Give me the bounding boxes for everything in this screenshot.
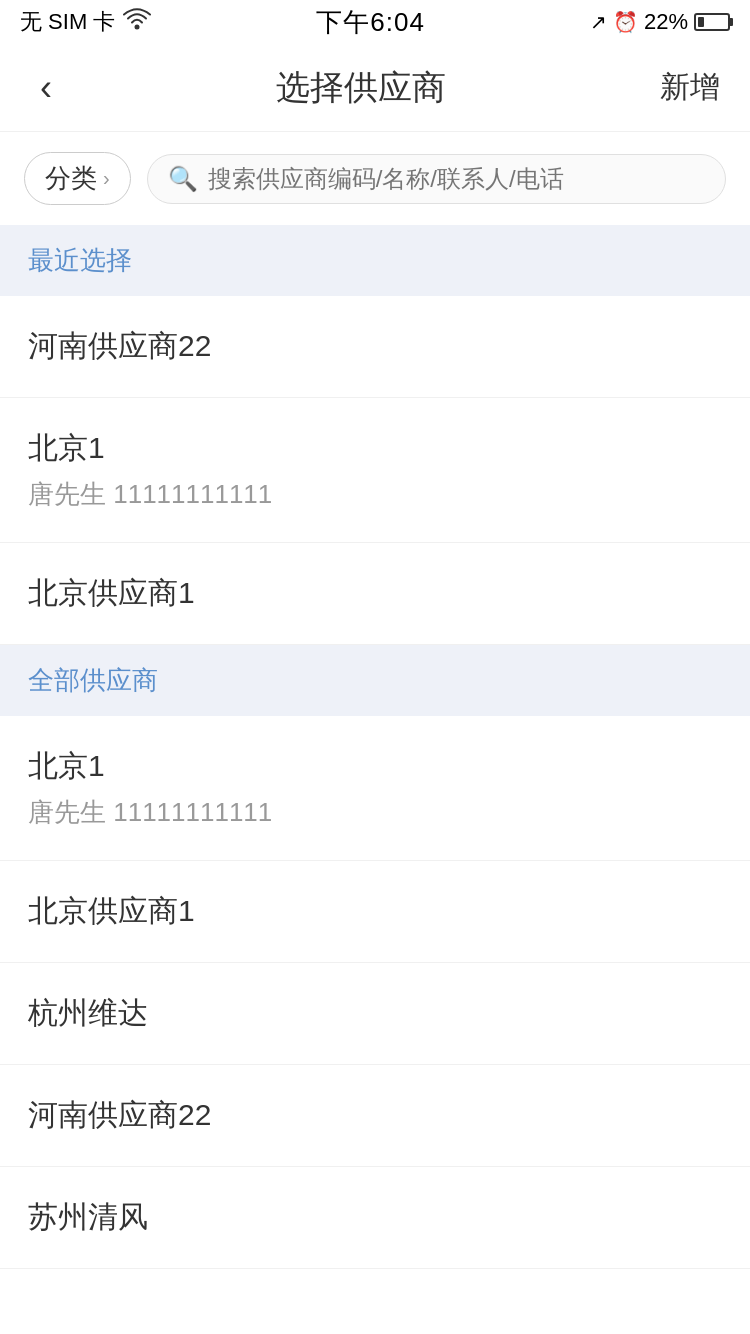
list-item[interactable]: 北京供应商1	[0, 543, 750, 645]
location-icon: ↗	[590, 10, 607, 34]
list-item[interactable]: 北京1 唐先生 11111111111	[0, 716, 750, 861]
filter-bar: 分类 › 🔍	[0, 132, 750, 225]
svg-point-0	[135, 25, 140, 30]
search-icon: 🔍	[168, 165, 198, 193]
add-button[interactable]: 新增	[660, 67, 720, 108]
item-name: 北京供应商1	[28, 891, 722, 932]
status-time: 下午6:04	[316, 5, 425, 40]
status-right: ↗ ⏰ 22%	[590, 9, 730, 35]
item-name: 北京供应商1	[28, 573, 722, 614]
category-filter[interactable]: 分类 ›	[24, 152, 131, 205]
item-name: 北京1	[28, 428, 722, 469]
list-item[interactable]: 河南供应商22	[0, 1065, 750, 1167]
list-item[interactable]: 北京1 唐先生 11111111111	[0, 398, 750, 543]
all-section-header: 全部供应商	[0, 645, 750, 716]
category-label: 分类	[45, 161, 97, 196]
list-item[interactable]: 杭州维达	[0, 963, 750, 1065]
status-left: 无 SIM 卡	[20, 7, 151, 37]
item-name: 杭州维达	[28, 993, 722, 1034]
item-contact: 唐先生 11111111111	[28, 477, 722, 512]
no-sim-label: 无 SIM 卡	[20, 7, 115, 37]
page-title: 选择供应商	[276, 65, 446, 111]
back-button[interactable]: ‹	[30, 57, 62, 119]
nav-bar: ‹ 选择供应商 新增	[0, 44, 750, 132]
item-contact: 唐先生 11111111111	[28, 795, 722, 830]
recent-list: 河南供应商22 北京1 唐先生 11111111111 北京供应商1	[0, 296, 750, 645]
search-box[interactable]: 🔍	[147, 154, 726, 204]
wifi-icon	[123, 8, 151, 36]
status-bar: 无 SIM 卡 下午6:04 ↗ ⏰ 22%	[0, 0, 750, 44]
recent-section-header: 最近选择	[0, 225, 750, 296]
recent-section-label: 最近选择	[28, 245, 132, 275]
item-name: 河南供应商22	[28, 1095, 722, 1136]
item-name: 苏州清风	[28, 1197, 722, 1238]
item-name: 北京1	[28, 746, 722, 787]
all-list: 北京1 唐先生 11111111111 北京供应商1 杭州维达河南供应商22 苏州清风	[0, 716, 750, 1269]
alarm-icon: ⏰	[613, 10, 638, 34]
all-section-label: 全部供应商	[28, 665, 158, 695]
list-item[interactable]: 北京供应商1	[0, 861, 750, 963]
list-item[interactable]: 苏州清风	[0, 1167, 750, 1269]
battery-icon	[694, 13, 730, 31]
item-name: 河南供应商22	[28, 326, 722, 367]
list-item[interactable]: 河南供应商22	[0, 296, 750, 398]
battery-percent: 22%	[644, 9, 688, 35]
search-input[interactable]	[208, 165, 705, 193]
chevron-right-icon: ›	[103, 167, 110, 190]
